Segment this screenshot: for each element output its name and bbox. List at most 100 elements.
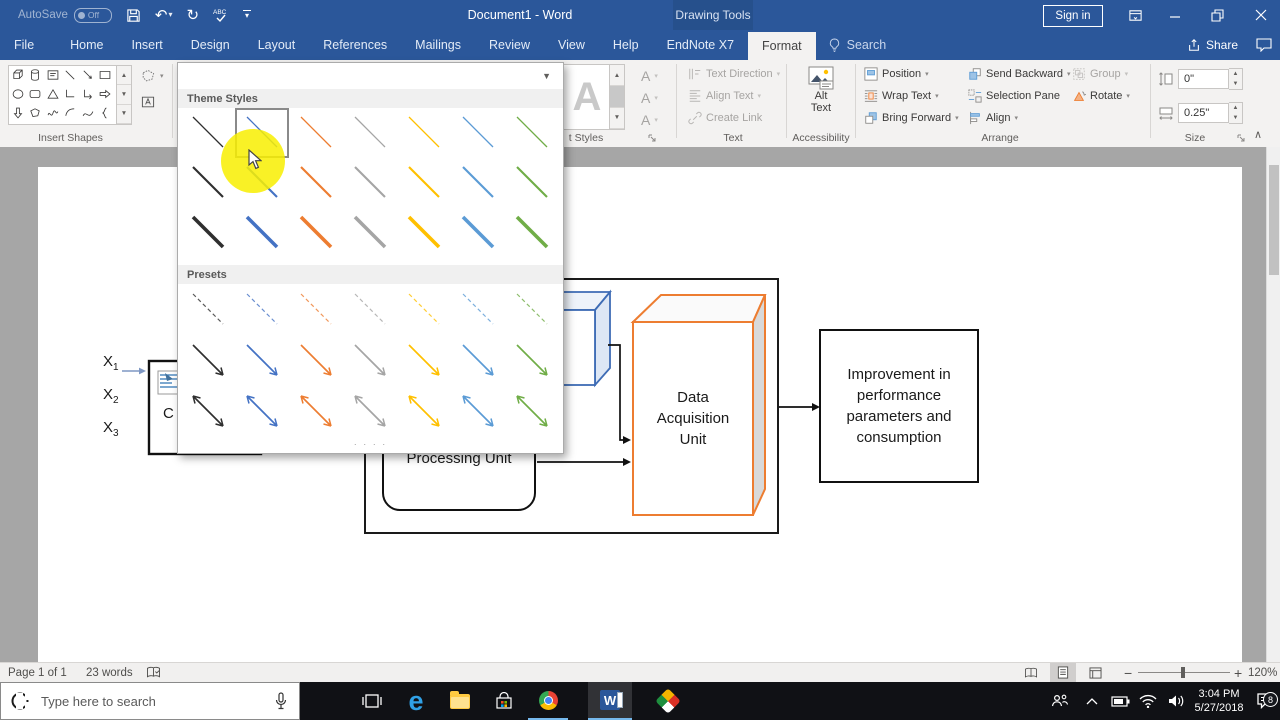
alt-text-button[interactable]: Alt Text: [798, 66, 844, 128]
preset-line-style-swatch[interactable]: [289, 335, 343, 386]
start-button[interactable]: [0, 682, 48, 720]
shape-line-icon[interactable]: [62, 66, 80, 85]
wrap-text-button[interactable]: Wrap Text ▾: [864, 89, 939, 103]
word-button[interactable]: W: [588, 682, 632, 720]
save-button[interactable]: [126, 8, 141, 23]
shape-down-arrow-icon[interactable]: [9, 103, 27, 122]
show-hidden-icons-button[interactable]: [1080, 682, 1104, 720]
shape-arc-icon[interactable]: [62, 103, 80, 122]
styles-dialog-launcher-icon[interactable]: [648, 134, 657, 143]
vertical-scrollbar[interactable]: [1266, 147, 1280, 662]
height-spin-down-icon[interactable]: ▼: [1229, 79, 1242, 89]
shape-freeform-icon[interactable]: [27, 103, 45, 122]
zoom-out-button[interactable]: −: [1124, 663, 1132, 682]
input-label-x3[interactable]: X3: [103, 419, 119, 439]
draw-text-box-button[interactable]: [140, 94, 156, 110]
preset-line-style-swatch[interactable]: [397, 335, 451, 386]
shape-rectangle-icon[interactable]: [97, 66, 115, 85]
theme-line-style-swatch[interactable]: [451, 158, 505, 208]
shape-cylinder-icon[interactable]: [27, 66, 45, 85]
width-spin-up-icon[interactable]: ▲: [1229, 103, 1242, 113]
wifi-button[interactable]: [1134, 682, 1162, 720]
wordart-styles-gallery[interactable]: A: [563, 64, 611, 130]
undo-caret-icon[interactable]: ▾: [168, 11, 172, 19]
theme-line-style-swatch[interactable]: [505, 108, 559, 158]
preset-line-style-swatch[interactable]: [505, 284, 559, 335]
shape-width-value[interactable]: 0.25": [1178, 103, 1229, 123]
theme-line-style-swatch[interactable]: [397, 108, 451, 158]
preset-line-style-swatch[interactable]: [289, 386, 343, 437]
text-direction-button[interactable]: Text Direction ▾: [688, 67, 780, 81]
restore-button[interactable]: [1200, 0, 1234, 30]
shape-rounded-rectangle-icon[interactable]: [27, 85, 45, 104]
volume-button[interactable]: [1162, 682, 1190, 720]
wordart-styles-scrollbar[interactable]: ▲ ▼: [609, 64, 625, 130]
battery-button[interactable]: [1106, 682, 1134, 720]
align-text-button[interactable]: Align Text ▾: [688, 89, 761, 103]
read-mode-button[interactable]: [1018, 663, 1044, 682]
preset-line-style-swatch[interactable]: [505, 386, 559, 437]
clock[interactable]: 3:04 PM 5/27/2018: [1192, 682, 1246, 720]
collapse-ribbon-icon[interactable]: ∧: [1254, 128, 1262, 141]
preset-line-style-swatch[interactable]: [181, 335, 235, 386]
zoom-slider-thumb[interactable]: [1181, 667, 1185, 678]
preset-line-style-swatch[interactable]: [235, 335, 289, 386]
tab-home[interactable]: Home: [56, 30, 117, 60]
theme-line-style-swatch[interactable]: [343, 158, 397, 208]
preset-line-style-swatch[interactable]: [181, 386, 235, 437]
text-outline-button[interactable]: A ▾: [641, 90, 658, 106]
web-layout-button[interactable]: [1082, 663, 1108, 682]
shape-triangle-icon[interactable]: [44, 85, 62, 104]
input-label-x1[interactable]: X1: [103, 353, 119, 373]
input-label-x2[interactable]: X2: [103, 386, 119, 406]
shape-scribble-icon[interactable]: [44, 103, 62, 122]
preset-line-style-swatch[interactable]: [235, 284, 289, 335]
page-indicator[interactable]: Page 1 of 1: [8, 663, 67, 682]
shape-arrow-icon[interactable]: [79, 66, 97, 85]
gallery-resize-handle[interactable]: · · · ·: [178, 437, 563, 451]
tell-me-search[interactable]: Search: [816, 30, 899, 60]
theme-line-style-swatch[interactable]: [397, 208, 451, 258]
preset-line-style-swatch[interactable]: [235, 386, 289, 437]
preset-line-style-swatch[interactable]: [505, 335, 559, 386]
store-button[interactable]: [484, 682, 524, 720]
scrollbar-thumb[interactable]: [1269, 165, 1279, 275]
theme-line-style-swatch[interactable]: [451, 208, 505, 258]
gallery-more-icon[interactable]: ▼: [610, 108, 624, 129]
create-link-button[interactable]: Create Link: [688, 111, 762, 125]
customize-quick-access-button[interactable]: ▾: [243, 10, 252, 20]
theme-line-style-swatch[interactable]: [343, 208, 397, 258]
shape-oval-icon[interactable]: [9, 85, 27, 104]
preset-line-style-swatch[interactable]: [343, 284, 397, 335]
theme-line-style-swatch[interactable]: [289, 158, 343, 208]
gallery-more-icon[interactable]: ▼: [117, 105, 131, 124]
action-center-button[interactable]: 8: [1250, 682, 1280, 720]
edge-button[interactable]: e: [396, 682, 436, 720]
spelling-check-button[interactable]: ABC: [213, 7, 229, 23]
preset-line-style-swatch[interactable]: [289, 284, 343, 335]
scroll-up-icon[interactable]: ▲: [117, 66, 131, 86]
task-view-button[interactable]: [352, 682, 392, 720]
shape-text-box-icon[interactable]: [44, 66, 62, 85]
tab-help[interactable]: Help: [599, 30, 653, 60]
preset-line-style-swatch[interactable]: [397, 386, 451, 437]
close-button[interactable]: [1244, 0, 1278, 30]
tab-endnote-x7[interactable]: EndNote X7: [653, 30, 748, 60]
theme-line-style-swatch[interactable]: [451, 108, 505, 158]
text-fill-button[interactable]: A ▾: [641, 68, 658, 84]
proofing-status-icon[interactable]: [146, 663, 161, 682]
preset-line-style-swatch[interactable]: [343, 335, 397, 386]
size-dialog-launcher-icon[interactable]: [1237, 134, 1246, 143]
insert-shapes-gallery[interactable]: [8, 65, 117, 125]
theme-line-style-swatch[interactable]: [235, 208, 289, 258]
shape-elbow-arrow-icon[interactable]: [79, 85, 97, 104]
redo-button[interactable]: ↻: [186, 8, 199, 23]
theme-line-style-swatch[interactable]: [289, 208, 343, 258]
share-button[interactable]: Share: [1187, 38, 1238, 52]
scroll-down-icon[interactable]: ▼: [117, 85, 131, 105]
file-explorer-button[interactable]: [440, 682, 480, 720]
print-layout-button[interactable]: [1050, 663, 1076, 682]
insert-shapes-scrollbar[interactable]: ▲ ▼ ▼: [116, 65, 132, 125]
microphone-icon[interactable]: [275, 692, 287, 710]
shape-height-field[interactable]: 0" ▲ ▼: [1178, 68, 1243, 90]
